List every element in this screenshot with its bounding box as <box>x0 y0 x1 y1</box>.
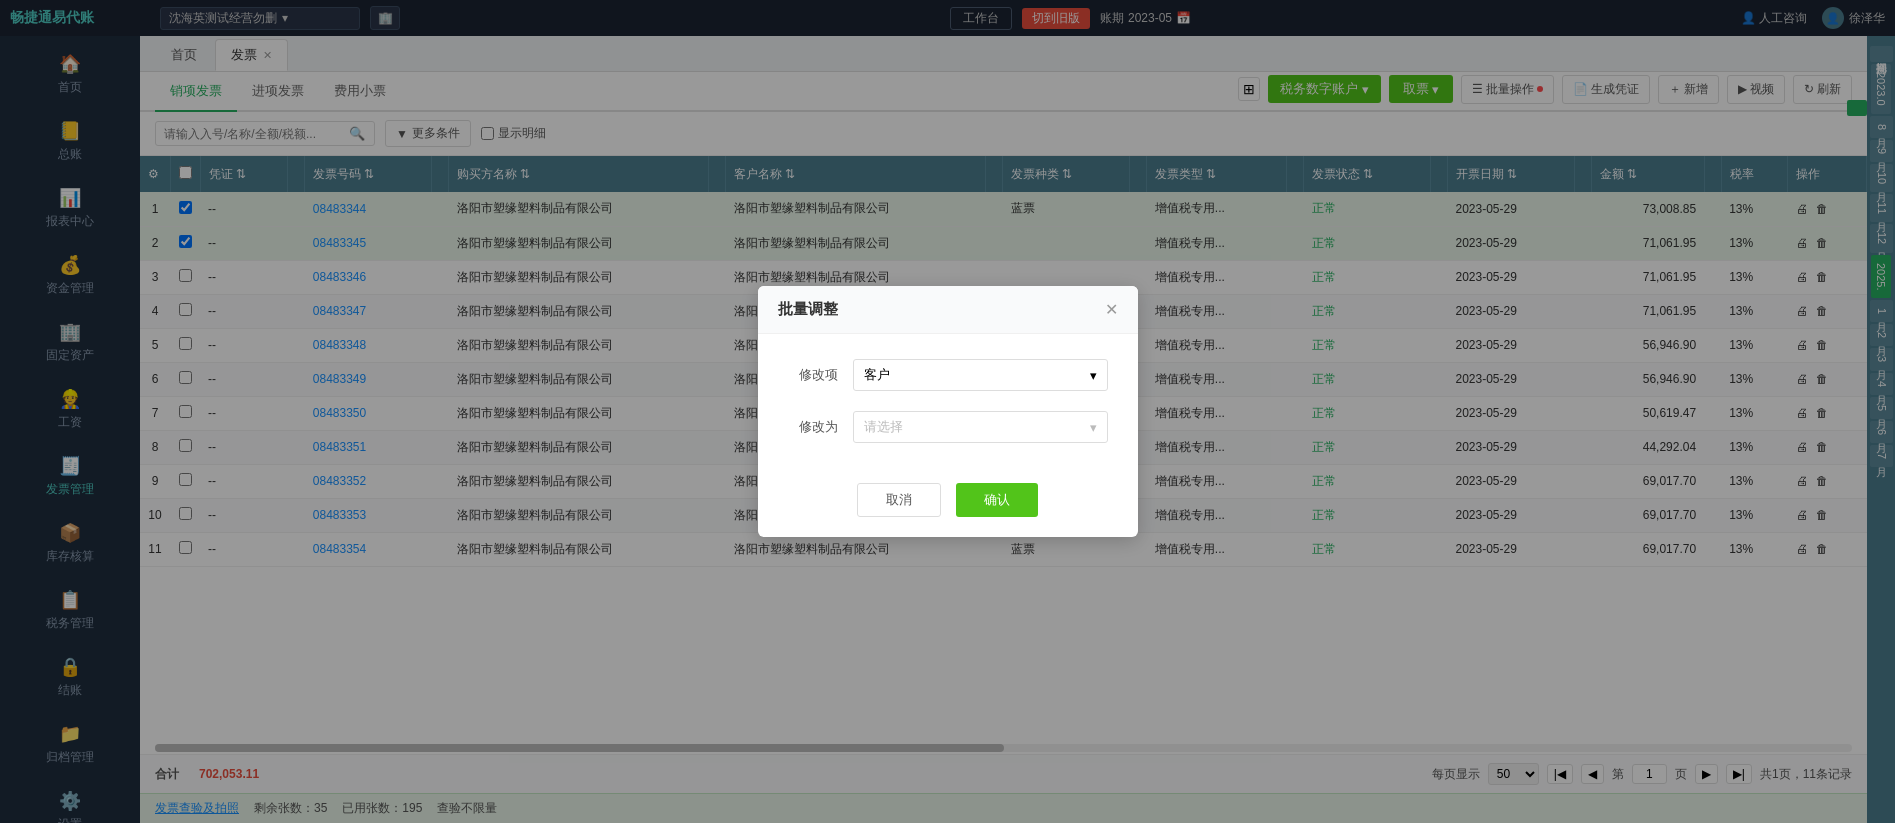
modal-header: 批量调整 ✕ <box>758 286 1138 334</box>
modal-body: 修改项 客户 ▾ 修改为 请选择 ▾ <box>758 334 1138 468</box>
modify-field-label: 修改项 <box>788 366 838 384</box>
modify-to-chevron: ▾ <box>1090 420 1097 435</box>
modify-to-select[interactable]: 请选择 ▾ <box>853 411 1108 443</box>
modify-to-placeholder: 请选择 <box>864 418 903 436</box>
modify-field-value: 客户 <box>864 366 890 384</box>
batch-adjust-modal: 批量调整 ✕ 修改项 客户 ▾ 修改为 请选择 ▾ 取消 确认 <box>758 286 1138 537</box>
modal-close-button[interactable]: ✕ <box>1105 302 1118 318</box>
modify-field-select[interactable]: 客户 ▾ <box>853 359 1108 391</box>
cancel-button[interactable]: 取消 <box>857 483 941 517</box>
modal-overlay: 批量调整 ✕ 修改项 客户 ▾ 修改为 请选择 ▾ 取消 确认 <box>0 0 1895 823</box>
modify-field-chevron: ▾ <box>1090 368 1097 383</box>
modify-to-row: 修改为 请选择 ▾ <box>788 411 1108 443</box>
modify-to-label: 修改为 <box>788 418 838 436</box>
confirm-button[interactable]: 确认 <box>956 483 1038 517</box>
modal-title: 批量调整 <box>778 300 838 319</box>
modify-field-row: 修改项 客户 ▾ <box>788 359 1108 391</box>
modal-footer: 取消 确认 <box>758 468 1138 537</box>
